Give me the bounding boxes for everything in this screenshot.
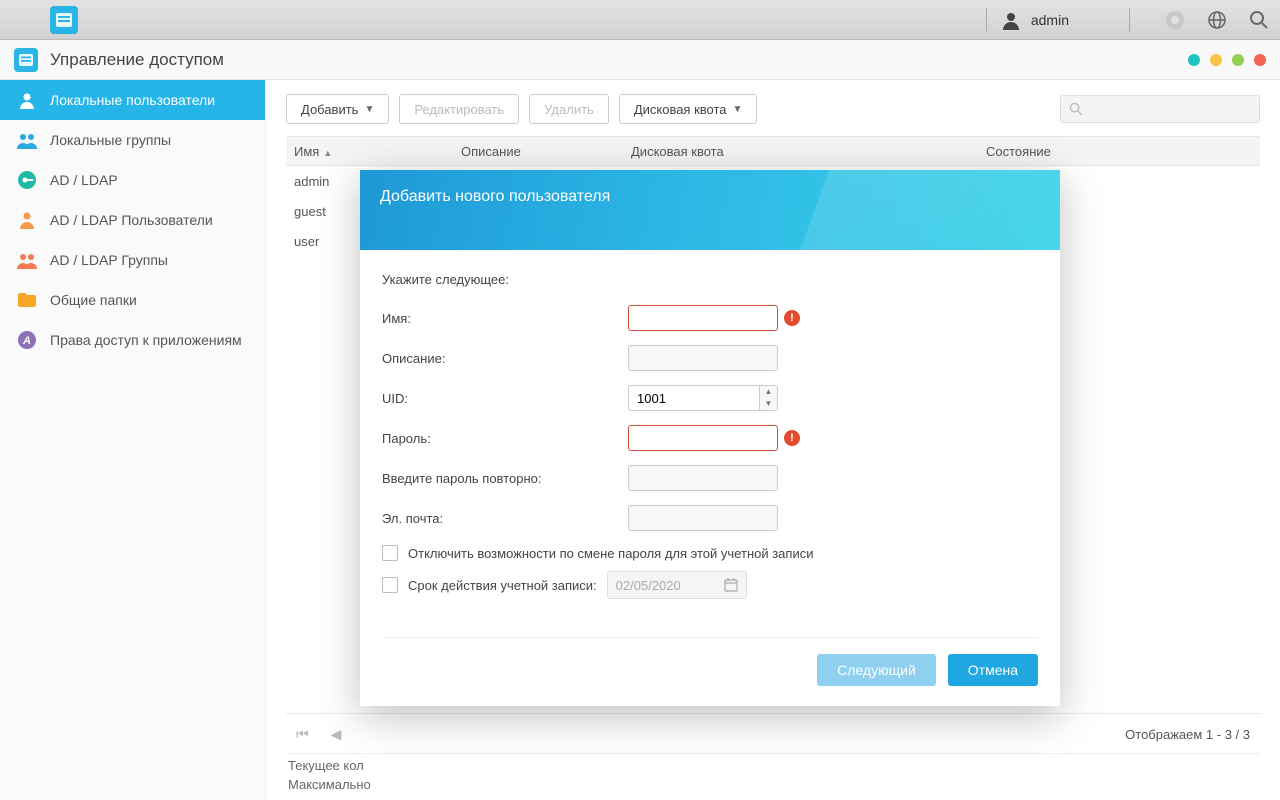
expiry-checkbox[interactable] bbox=[382, 577, 398, 593]
error-icon: ! bbox=[784, 310, 800, 326]
current-user[interactable]: admin bbox=[1031, 12, 1069, 28]
name-input[interactable] bbox=[628, 305, 778, 331]
group-icon bbox=[16, 129, 38, 151]
sidebar-item-ad-groups[interactable]: AD / LDAP Группы bbox=[0, 240, 265, 280]
next-button[interactable]: Следующий bbox=[817, 654, 936, 686]
sidebar-item-app-permissions[interactable]: A Права доступ к приложениям bbox=[0, 320, 265, 360]
desc-label: Описание: bbox=[382, 351, 628, 366]
sidebar-item-label: Права доступ к приложениям bbox=[50, 332, 242, 348]
add-user-dialog: Добавить нового пользователя Укажите сле… bbox=[360, 170, 1060, 706]
toolbar: Добавить▼ Редактировать Удалить Дисковая… bbox=[286, 94, 1260, 124]
password2-label: Введите пароль повторно: bbox=[382, 471, 628, 486]
dialog-title: Добавить нового пользователя bbox=[380, 188, 610, 206]
sidebar-item-local-users[interactable]: Локальные пользователи bbox=[0, 80, 265, 120]
calendar-icon bbox=[724, 578, 738, 592]
app-icon bbox=[14, 48, 38, 72]
disable-pwd-change-checkbox[interactable] bbox=[382, 545, 398, 561]
sidebar-item-label: AD / LDAP Пользователи bbox=[50, 212, 213, 228]
col-quota[interactable]: Дисковая квота bbox=[631, 144, 986, 159]
grid-footer: ⏮ ◀ Отображаем 1 - 3 / 3 Текущее кол Мак… bbox=[286, 713, 1260, 800]
sidebar-item-label: AD / LDAP bbox=[50, 172, 118, 188]
dialog-header: Добавить нового пользователя bbox=[360, 170, 1060, 250]
name-label: Имя: bbox=[382, 311, 628, 326]
sidebar-item-ad-ldap[interactable]: AD / LDAP bbox=[0, 160, 265, 200]
sidebar-item-label: Локальные группы bbox=[50, 132, 171, 148]
sort-asc-icon: ▲ bbox=[323, 148, 332, 158]
delete-button[interactable]: Удалить bbox=[529, 94, 609, 124]
expiry-label: Срок действия учетной записи: bbox=[408, 578, 597, 593]
col-state[interactable]: Состояние bbox=[986, 144, 1260, 159]
notification-icon[interactable] bbox=[1164, 9, 1186, 31]
col-desc[interactable]: Описание bbox=[461, 144, 631, 159]
grid-header: Имя▲ Описание Дисковая квота Состояние bbox=[286, 136, 1260, 166]
edit-button[interactable]: Редактировать bbox=[399, 94, 519, 124]
sidebar-item-ad-users[interactable]: AD / LDAP Пользователи bbox=[0, 200, 265, 240]
sidebar: Локальные пользователи Локальные группы … bbox=[0, 80, 266, 800]
disk-quota-button[interactable]: Дисковая квота▼ bbox=[619, 94, 758, 124]
system-bar: admin bbox=[0, 0, 1280, 40]
search-input[interactable] bbox=[1060, 95, 1260, 123]
sidebar-item-local-groups[interactable]: Локальные группы bbox=[0, 120, 265, 160]
folder-icon bbox=[16, 289, 38, 311]
key-icon bbox=[16, 169, 38, 191]
uid-input[interactable] bbox=[628, 385, 760, 411]
add-button[interactable]: Добавить▼ bbox=[286, 94, 389, 124]
sidebar-item-label: Общие папки bbox=[50, 292, 137, 308]
user-icon[interactable] bbox=[1001, 10, 1021, 30]
chevron-down-icon: ▼ bbox=[733, 104, 743, 115]
desc-input[interactable] bbox=[628, 345, 778, 371]
status-line-1: Текущее кол bbox=[286, 754, 1260, 773]
status-line-2: Максимально bbox=[286, 773, 1260, 792]
pager: ⏮ ◀ Отображаем 1 - 3 / 3 bbox=[286, 722, 1260, 754]
email-input[interactable] bbox=[628, 505, 778, 531]
taskbar-app-icon[interactable] bbox=[50, 6, 78, 34]
window-dot-4[interactable] bbox=[1254, 54, 1266, 66]
password-input[interactable] bbox=[628, 425, 778, 451]
prev-page-icon[interactable]: ◀ bbox=[331, 726, 342, 743]
email-label: Эл. почта: bbox=[382, 511, 628, 526]
error-icon: ! bbox=[784, 430, 800, 446]
first-page-icon[interactable]: ⏮ bbox=[296, 726, 309, 743]
expiry-date-input[interactable]: 02/05/2020 bbox=[607, 571, 747, 599]
sidebar-item-shared-folders[interactable]: Общие папки bbox=[0, 280, 265, 320]
cancel-button[interactable]: Отмена bbox=[948, 654, 1038, 686]
world-icon[interactable] bbox=[1206, 9, 1228, 31]
window-title: Управление доступом bbox=[50, 50, 224, 70]
user-icon bbox=[16, 89, 38, 111]
dialog-intro: Укажите следующее: bbox=[382, 272, 1030, 287]
spin-down-icon[interactable]: ▼ bbox=[760, 398, 777, 410]
pager-info: Отображаем 1 - 3 / 3 bbox=[1125, 727, 1250, 742]
disable-pwd-change-label: Отключить возможности по смене пароля дл… bbox=[408, 546, 813, 561]
password-label: Пароль: bbox=[382, 431, 628, 446]
svg-text:A: A bbox=[22, 335, 31, 347]
sidebar-item-label: Локальные пользователи bbox=[50, 92, 215, 108]
password-confirm-input[interactable] bbox=[628, 465, 778, 491]
apps-icon: A bbox=[16, 329, 38, 351]
user-icon bbox=[16, 209, 38, 231]
window-dot-2[interactable] bbox=[1210, 54, 1222, 66]
group-icon bbox=[16, 249, 38, 271]
sidebar-item-label: AD / LDAP Группы bbox=[50, 252, 168, 268]
col-name[interactable]: Имя▲ bbox=[286, 144, 461, 159]
window-dot-1[interactable] bbox=[1188, 54, 1200, 66]
uid-label: UID: bbox=[382, 391, 628, 406]
window-header: Управление доступом bbox=[0, 40, 1280, 80]
chevron-down-icon: ▼ bbox=[364, 104, 374, 115]
search-icon[interactable] bbox=[1248, 9, 1270, 31]
window-dot-3[interactable] bbox=[1232, 54, 1244, 66]
spin-up-icon[interactable]: ▲ bbox=[760, 386, 777, 398]
